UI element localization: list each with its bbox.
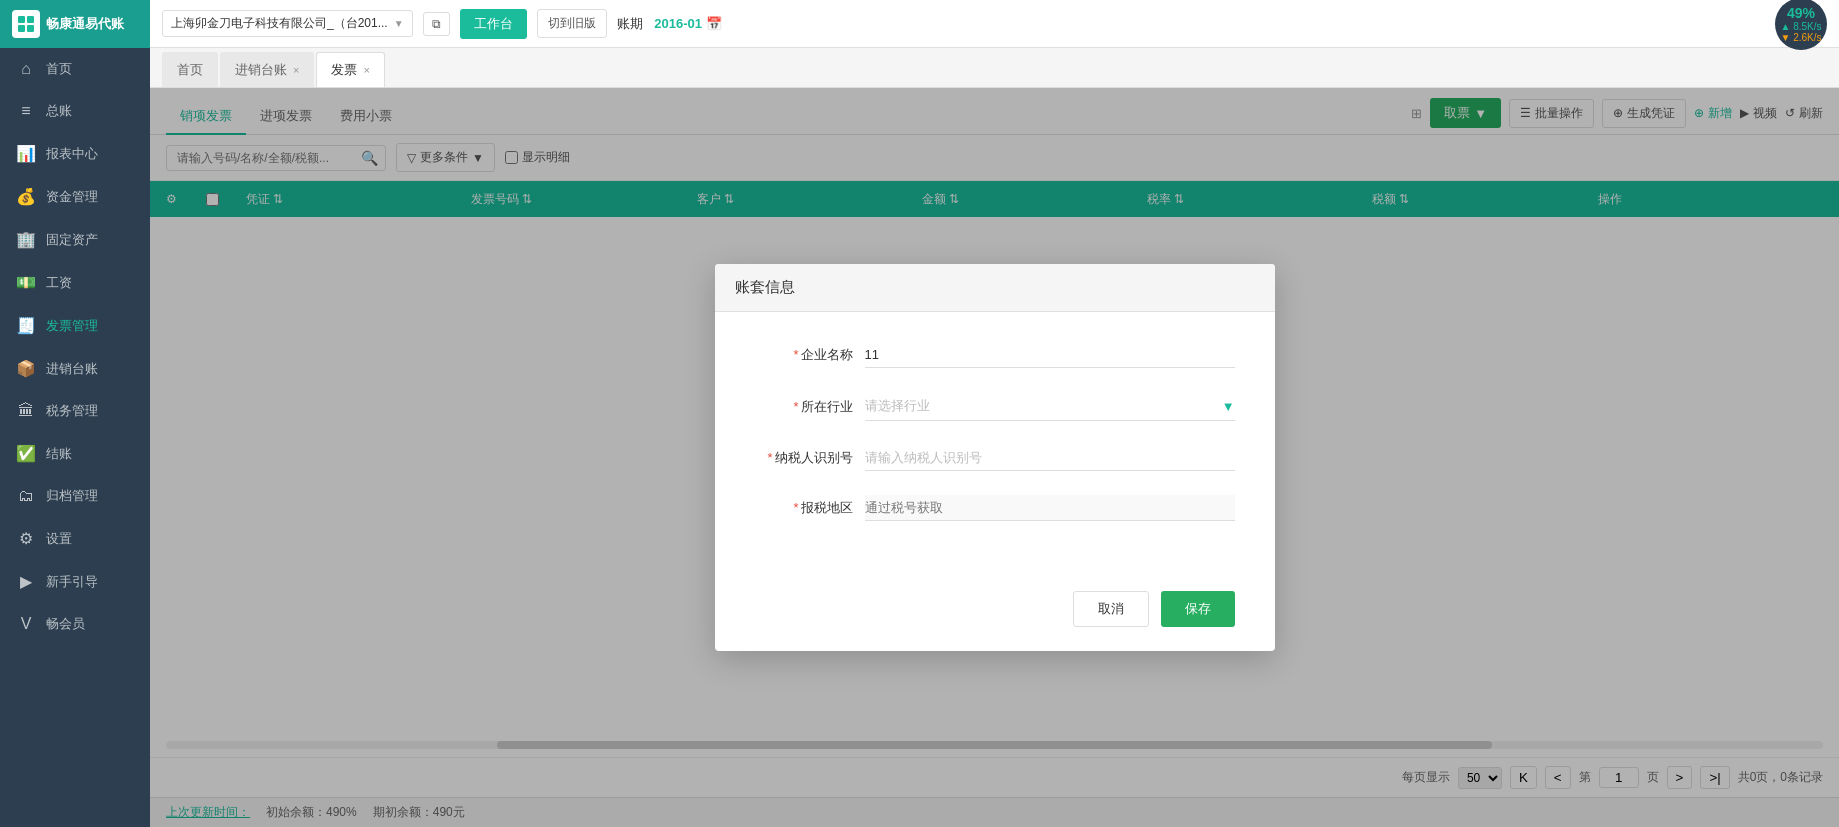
modal-body: *企业名称 *所在行业 请选择行业 ▼ xyxy=(715,312,1275,575)
workbench-button[interactable]: 工作台 xyxy=(460,9,527,39)
company-dropdown-arrow: ▼ xyxy=(394,18,404,29)
sidebar-label-settings: 设置 xyxy=(46,530,72,548)
sidebar-item-member[interactable]: V 畅会员 xyxy=(0,603,150,645)
sidebar-item-purchase[interactable]: 📦 进销台账 xyxy=(0,347,150,390)
sidebar-item-invoice[interactable]: 🧾 发票管理 xyxy=(0,304,150,347)
modal-dialog: 账套信息 *企业名称 *所在行业 xyxy=(715,264,1275,651)
topbar: 上海卯金刀电子科技有限公司_（台201... ▼ ⧉ 工作台 切到旧版 账期 2… xyxy=(150,0,1839,48)
tab-purchase-close[interactable]: × xyxy=(293,64,299,76)
main-content: 上海卯金刀电子科技有限公司_（台201... ▼ ⧉ 工作台 切到旧版 账期 2… xyxy=(150,0,1839,827)
purchase-icon: 📦 xyxy=(16,359,36,378)
sidebar-item-funds[interactable]: 💰 资金管理 xyxy=(0,175,150,218)
svg-rect-2 xyxy=(18,25,25,32)
svg-rect-0 xyxy=(18,16,25,23)
sidebar-label-ledger: 总账 xyxy=(46,102,72,120)
archive-icon: 🗂 xyxy=(16,487,36,505)
payroll-icon: 💵 xyxy=(16,273,36,292)
sidebar-item-guide[interactable]: ▶ 新手引导 xyxy=(0,560,150,603)
guide-icon: ▶ xyxy=(16,572,36,591)
calendar-icon[interactable]: 📅 xyxy=(706,16,722,31)
sidebar-item-payroll[interactable]: 💵 工资 xyxy=(0,261,150,304)
settings-icon: ⚙ xyxy=(16,529,36,548)
sidebar-label-purchase: 进销台账 xyxy=(46,360,98,378)
form-row-industry: *所在行业 请选择行业 ▼ xyxy=(755,392,1235,421)
sidebar-label-settle: 结账 xyxy=(46,445,72,463)
sidebar-label-home: 首页 xyxy=(46,60,72,78)
save-button[interactable]: 保存 xyxy=(1161,591,1235,627)
tax-id-label: *纳税人识别号 xyxy=(755,449,865,467)
tabbar: 首页 进销台账 × 发票 × xyxy=(150,48,1839,88)
sidebar-label-guide: 新手引导 xyxy=(46,573,98,591)
tax-region-input xyxy=(865,495,1235,521)
content-area: 销项发票 进项发票 费用小票 ⊞ 取票 ▼ ☰ 批量操作 xyxy=(150,88,1839,827)
sidebar-label-invoice: 发票管理 xyxy=(46,317,98,335)
sidebar-label-member: 畅会员 xyxy=(46,615,85,633)
industry-select[interactable]: 请选择行业 ▼ xyxy=(865,392,1235,421)
modal-header: 账套信息 xyxy=(715,264,1275,312)
sidebar-item-settle[interactable]: ✅ 结账 xyxy=(0,432,150,475)
tax-id-input[interactable] xyxy=(865,445,1235,471)
tab-invoice[interactable]: 发票 × xyxy=(316,52,384,87)
tax-region-label: *报税地区 xyxy=(755,499,865,517)
svg-rect-1 xyxy=(27,16,34,23)
company-name: 上海卯金刀电子科技有限公司_（台201... xyxy=(171,15,388,32)
logo-icon xyxy=(12,10,40,38)
topbar-copy-button[interactable]: ⧉ xyxy=(423,12,450,36)
industry-label: *所在行业 xyxy=(755,398,865,416)
industry-dropdown-icon: ▼ xyxy=(1222,399,1235,414)
reports-icon: 📊 xyxy=(16,144,36,163)
sidebar-item-settings[interactable]: ⚙ 设置 xyxy=(0,517,150,560)
sidebar-item-archive[interactable]: 🗂 归档管理 xyxy=(0,475,150,517)
tab-home[interactable]: 首页 xyxy=(162,52,218,87)
modal-footer: 取消 保存 xyxy=(715,575,1275,651)
sidebar-label-tax: 税务管理 xyxy=(46,402,98,420)
sidebar-label-funds: 资金管理 xyxy=(46,188,98,206)
company-name-input[interactable] xyxy=(865,342,1235,368)
cancel-button[interactable]: 取消 xyxy=(1073,591,1149,627)
settle-icon: ✅ xyxy=(16,444,36,463)
member-icon: V xyxy=(16,615,36,633)
ledger-icon: ≡ xyxy=(16,102,36,120)
speed-indicator: 49% ▲ 8.5K/s ▼ 2.6K/s xyxy=(1775,0,1827,50)
sidebar-label-archive: 归档管理 xyxy=(46,487,98,505)
company-name-label: *企业名称 xyxy=(755,346,865,364)
sidebar-logo: 畅康通易代账 xyxy=(0,0,150,48)
copy-icon: ⧉ xyxy=(432,17,441,31)
tab-purchase[interactable]: 进销台账 × xyxy=(220,52,314,87)
period-label: 账期 2016-01 📅 xyxy=(617,15,722,33)
topbar-right: 49% ▲ 8.5K/s ▼ 2.6K/s xyxy=(1775,0,1827,50)
tax-icon: 🏛 xyxy=(16,402,36,420)
company-selector[interactable]: 上海卯金刀电子科技有限公司_（台201... ▼ xyxy=(162,10,413,37)
invoice-icon: 🧾 xyxy=(16,316,36,335)
modal-overlay: 账套信息 *企业名称 *所在行业 xyxy=(150,88,1839,827)
sidebar-item-tax[interactable]: 🏛 税务管理 xyxy=(0,390,150,432)
form-row-tax-region: *报税地区 xyxy=(755,495,1235,521)
switch-old-button[interactable]: 切到旧版 xyxy=(537,9,607,38)
sidebar-item-assets[interactable]: 🏢 固定资产 xyxy=(0,218,150,261)
tab-invoice-close[interactable]: × xyxy=(363,64,369,76)
sidebar-item-reports[interactable]: 📊 报表中心 xyxy=(0,132,150,175)
sidebar-item-home[interactable]: ⌂ 首页 xyxy=(0,48,150,90)
sidebar-item-ledger[interactable]: ≡ 总账 xyxy=(0,90,150,132)
svg-rect-3 xyxy=(27,25,34,32)
sidebar-label-assets: 固定资产 xyxy=(46,231,98,249)
sidebar-label-reports: 报表中心 xyxy=(46,145,98,163)
assets-icon: 🏢 xyxy=(16,230,36,249)
home-icon: ⌂ xyxy=(16,60,36,78)
form-row-company-name: *企业名称 xyxy=(755,342,1235,368)
funds-icon: 💰 xyxy=(16,187,36,206)
sidebar: 畅康通易代账 ⌂ 首页 ≡ 总账 📊 报表中心 💰 资金管理 🏢 固定资产 💵 … xyxy=(0,0,150,827)
logo-text: 畅康通易代账 xyxy=(46,15,124,33)
sidebar-label-payroll: 工资 xyxy=(46,274,72,292)
form-row-tax-id: *纳税人识别号 xyxy=(755,445,1235,471)
industry-placeholder: 请选择行业 xyxy=(865,397,930,415)
